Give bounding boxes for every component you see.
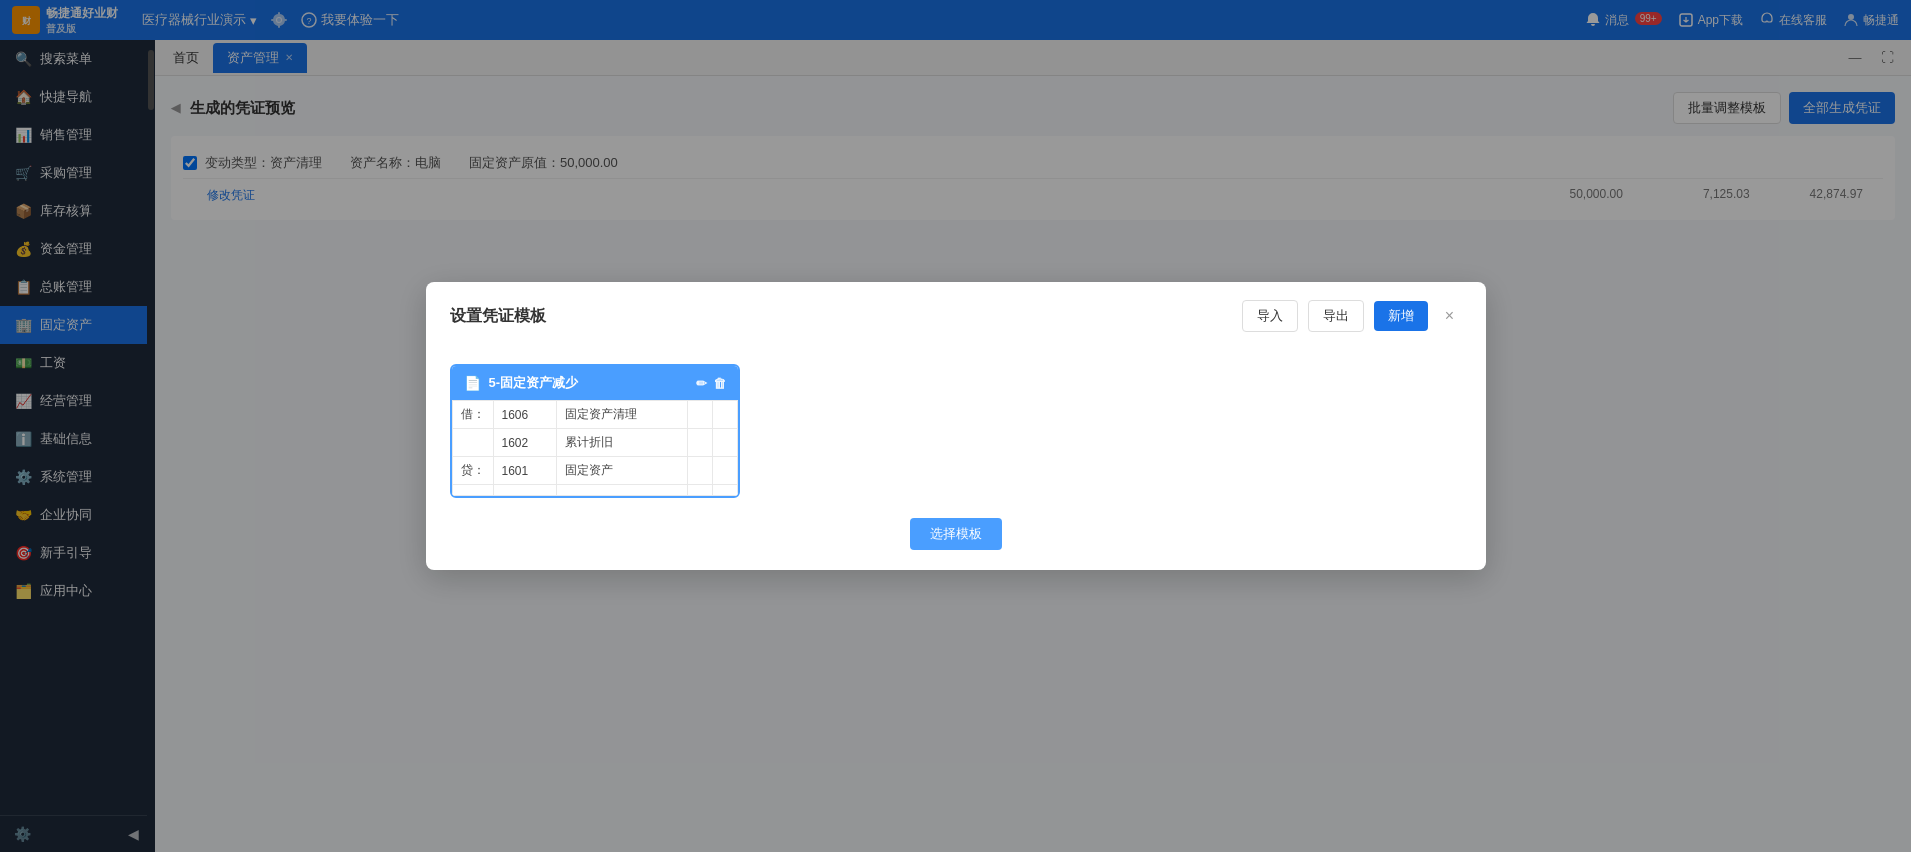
- account-name-2: 累计折旧: [557, 429, 687, 457]
- debit-label-1: 借：: [452, 401, 493, 429]
- modal-overlay: 设置凭证模板 导入 导出 新增 × 📄 5-: [155, 40, 1911, 852]
- export-button[interactable]: 导出: [1308, 300, 1364, 332]
- modal-header: 设置凭证模板 导入 导出 新增 ×: [426, 282, 1486, 344]
- modal-body: 📄 5-固定资产减少 ✏ 🗑: [426, 344, 1486, 570]
- modal-header-actions: 导入 导出 新增 ×: [1242, 300, 1462, 332]
- template-card-actions: ✏ 🗑: [696, 376, 726, 391]
- template-table: 借： 1606 固定资产清理 1602: [452, 400, 738, 496]
- template-edit-icon[interactable]: ✏: [696, 376, 707, 391]
- import-button[interactable]: 导入: [1242, 300, 1298, 332]
- empty-3: [557, 485, 687, 496]
- col2-3: [712, 457, 737, 485]
- col1-1: [687, 401, 712, 429]
- empty-5: [712, 485, 737, 496]
- template-card-body: 借： 1606 固定资产清理 1602: [452, 400, 738, 496]
- col2-1: [712, 401, 737, 429]
- account-code-3: 1601: [493, 457, 557, 485]
- template-card: 📄 5-固定资产减少 ✏ 🗑: [450, 364, 740, 498]
- template-card-title: 5-固定资产减少: [489, 374, 688, 392]
- content-area: 首页 资产管理 ✕ — ⛶ ◀ 生成的凭证: [155, 40, 1911, 852]
- modal-title: 设置凭证模板: [450, 306, 546, 327]
- template-row-1: 借： 1606 固定资产清理: [452, 401, 737, 429]
- template-row-2: 1602 累计折旧: [452, 429, 737, 457]
- template-row-3: 贷： 1601 固定资产: [452, 457, 737, 485]
- account-name-1: 固定资产清理: [557, 401, 687, 429]
- col1-3: [687, 457, 712, 485]
- modal-close-button[interactable]: ×: [1438, 304, 1462, 328]
- template-delete-icon[interactable]: 🗑: [713, 376, 726, 391]
- account-name-3: 固定资产: [557, 457, 687, 485]
- credit-label-3: 贷：: [452, 457, 493, 485]
- new-template-button[interactable]: 新增: [1374, 301, 1428, 331]
- indent-2: [452, 429, 493, 457]
- select-template-button[interactable]: 选择模板: [910, 518, 1002, 550]
- empty-4: [687, 485, 712, 496]
- account-code-1: 1606: [493, 401, 557, 429]
- empty-2: [493, 485, 557, 496]
- template-card-header: 📄 5-固定资产减少 ✏ 🗑: [452, 366, 738, 400]
- template-row-4: [452, 485, 737, 496]
- col2-2: [712, 429, 737, 457]
- col1-2: [687, 429, 712, 457]
- modal-set-template: 设置凭证模板 导入 导出 新增 × 📄 5-: [426, 282, 1486, 570]
- template-doc-icon: 📄: [464, 375, 481, 391]
- empty-1: [452, 485, 493, 496]
- account-code-2: 1602: [493, 429, 557, 457]
